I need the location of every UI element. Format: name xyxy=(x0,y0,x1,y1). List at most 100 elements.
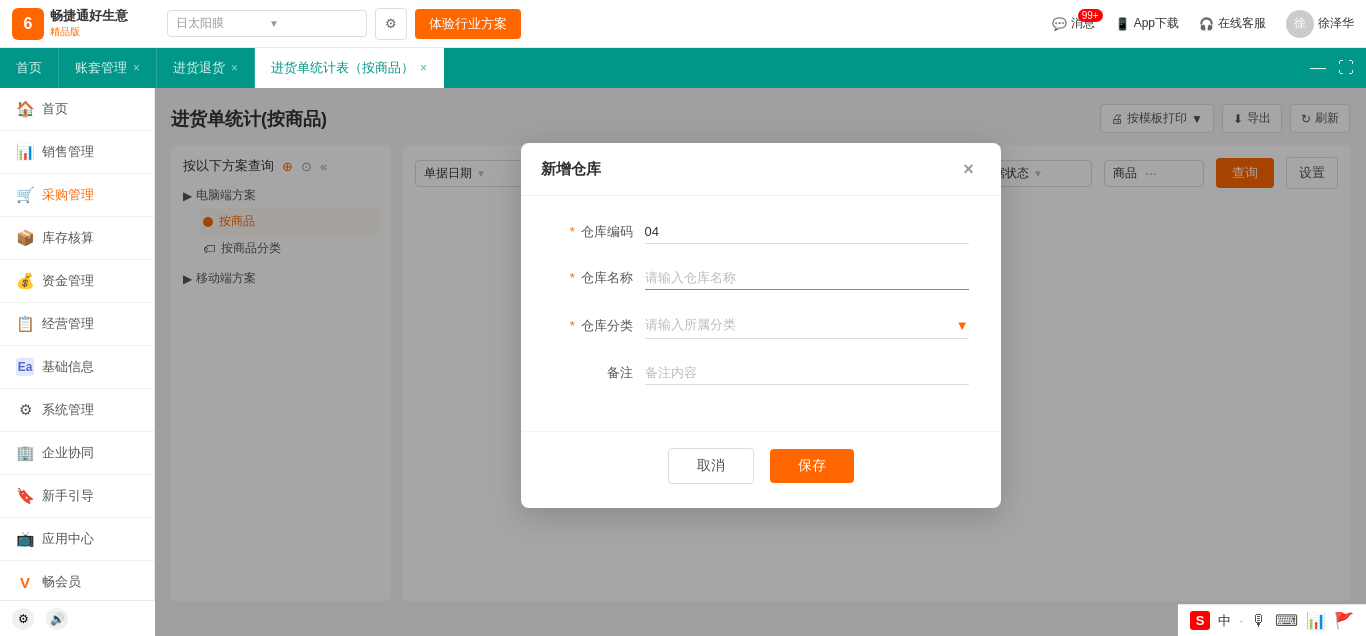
tab-account-close-icon[interactable]: × xyxy=(133,61,140,75)
sidebar-label-inventory: 库存核算 xyxy=(42,229,94,247)
guide-icon: 🔖 xyxy=(16,487,34,505)
warehouse-remark-input[interactable] xyxy=(645,361,969,385)
finance-icon: 💰 xyxy=(16,272,34,290)
sidebar-item-vip[interactable]: V 畅会员 xyxy=(0,561,154,604)
purchase-icon: 🛒 xyxy=(16,186,34,204)
warehouse-category-row: * 仓库分类 请输入所属分类 ▼ xyxy=(553,312,969,339)
content-area: 进货单统计(按商品) 🖨 按模板打印 ▼ ⬇ 导出 ↻ 刷新 xyxy=(155,88,1366,636)
warehouse-code-label: * 仓库编码 xyxy=(553,223,633,241)
required-mark: * xyxy=(570,224,575,239)
cancel-button[interactable]: 取消 xyxy=(668,448,754,484)
warehouse-code-input[interactable] xyxy=(645,220,969,244)
user-avatar-item[interactable]: 徐 徐泽华 xyxy=(1286,10,1354,38)
sales-icon: 📊 xyxy=(16,143,34,161)
top-header: 6 畅捷通好生意 精品版 日太阳膜 ▼ ⚙ 体验行业方案 💬 消息 99+ 📱 … xyxy=(0,0,1366,48)
tab-purchase-return-label: 进货退货 xyxy=(173,59,225,77)
sidebar-item-operations[interactable]: 📋 经营管理 xyxy=(0,303,154,346)
warehouse-name-input[interactable] xyxy=(645,266,969,290)
chinese-btn-1[interactable]: 中 xyxy=(1218,612,1231,630)
app-center-icon: 📺 xyxy=(16,530,34,548)
tab-account-label: 账套管理 xyxy=(75,59,127,77)
sidebar-item-finance[interactable]: 💰 资金管理 xyxy=(0,260,154,303)
vip-icon: V xyxy=(16,573,34,591)
sidebar-label-vip: 畅会员 xyxy=(42,573,81,591)
phone-icon: 📱 xyxy=(1115,17,1130,31)
tab-purchase-return[interactable]: 进货退货 × xyxy=(157,48,255,88)
warehouse-code-row: * 仓库编码 xyxy=(553,220,969,244)
tab-purchase-stats[interactable]: 进货单统计表（按商品） × xyxy=(255,48,444,88)
settings-gear-button[interactable]: ⚙ xyxy=(375,8,407,40)
sidebar-item-system[interactable]: ⚙ 系统管理 xyxy=(0,389,154,432)
sidebar-item-sales[interactable]: 📊 销售管理 xyxy=(0,131,154,174)
keyboard-icon[interactable]: ⌨ xyxy=(1275,611,1298,630)
sidebar-label-guide: 新手引导 xyxy=(42,487,94,505)
sidebar-settings-icon[interactable]: ⚙ xyxy=(12,608,34,630)
avatar: 徐 xyxy=(1286,10,1314,38)
modal-title: 新增仓库 xyxy=(541,160,601,179)
sidebar-item-home[interactable]: 🏠 首页 xyxy=(0,88,154,131)
enterprise-icon: 🏢 xyxy=(16,444,34,462)
sidebar-label-system: 系统管理 xyxy=(42,401,94,419)
mic-icon[interactable]: 🎙 xyxy=(1251,612,1267,630)
sidebar-item-purchase[interactable]: 🛒 采购管理 xyxy=(0,174,154,217)
warehouse-category-select[interactable]: 请输入所属分类 ▼ xyxy=(645,312,969,339)
operations-icon: 📋 xyxy=(16,315,34,333)
sidebar-label-finance: 资金管理 xyxy=(42,272,94,290)
tab-purchase-return-close-icon[interactable]: × xyxy=(231,61,238,75)
header-right-area: 💬 消息 99+ 📱 App下载 🎧 在线客服 徐 徐泽华 xyxy=(1052,10,1354,38)
notification-item[interactable]: 💬 消息 99+ xyxy=(1052,15,1095,32)
category-placeholder: 请输入所属分类 xyxy=(645,316,736,334)
sidebar-bottom-bar: ⚙ 🔊 xyxy=(0,600,155,636)
sidebar-label-operations: 经营管理 xyxy=(42,315,94,333)
app-edition: 精品版 xyxy=(50,25,128,39)
notification-badge: 99+ xyxy=(1078,9,1103,22)
headset-icon: 🎧 xyxy=(1199,17,1214,31)
sidebar-sound-icon[interactable]: 🔊 xyxy=(46,608,68,630)
warehouse-category-label: * 仓库分类 xyxy=(553,317,633,335)
sidebar-item-guide[interactable]: 🔖 新手引导 xyxy=(0,475,154,518)
dot-sep: · xyxy=(1239,613,1243,628)
sidebar-item-basic-info[interactable]: Ea 基础信息 xyxy=(0,346,154,389)
modal-close-button[interactable]: × xyxy=(957,157,981,181)
save-button[interactable]: 保存 xyxy=(770,449,854,483)
store-name: 日太阳膜 xyxy=(176,15,265,32)
add-warehouse-modal: 新增仓库 × * 仓库编码 * 仓库名称 xyxy=(521,143,1001,508)
inventory-icon: 📦 xyxy=(16,229,34,247)
basic-info-icon: Ea xyxy=(16,358,34,376)
main-layout: 🏠 首页 📊 销售管理 🛒 采购管理 📦 库存核算 💰 资金管理 📋 经营管理 … xyxy=(0,88,1366,636)
warehouse-name-label: * 仓库名称 xyxy=(553,269,633,287)
tab-purchase-stats-label: 进货单统计表（按商品） xyxy=(271,59,414,77)
flag-icon[interactable]: 🚩 xyxy=(1334,611,1354,630)
home-icon: 🏠 xyxy=(16,100,34,118)
modal-body: * 仓库编码 * 仓库名称 * 仓库 xyxy=(521,196,1001,431)
sidebar-label-purchase: 采购管理 xyxy=(42,186,94,204)
modal-header: 新增仓库 × xyxy=(521,143,1001,196)
tab-maximize-icon[interactable]: ⛶ xyxy=(1334,55,1358,81)
trial-industry-button[interactable]: 体验行业方案 xyxy=(415,9,521,39)
tab-home-label: 首页 xyxy=(16,59,42,77)
sidebar-item-inventory[interactable]: 📦 库存核算 xyxy=(0,217,154,260)
sidebar-item-app-center[interactable]: 📺 应用中心 xyxy=(0,518,154,561)
logo-text-block: 畅捷通好生意 精品版 xyxy=(50,8,128,39)
warehouse-remark-row: 备注 xyxy=(553,361,969,385)
s-logo: S xyxy=(1190,611,1211,630)
logo-area: 6 畅捷通好生意 精品版 xyxy=(12,8,167,40)
sidebar-item-enterprise[interactable]: 🏢 企业协同 xyxy=(0,432,154,475)
customer-service-item[interactable]: 🎧 在线客服 xyxy=(1199,15,1266,32)
avatar-initials: 徐 xyxy=(1294,15,1306,32)
warehouse-remark-label: 备注 xyxy=(553,364,633,382)
sidebar: 🏠 首页 📊 销售管理 🛒 采购管理 📦 库存核算 💰 资金管理 📋 经营管理 … xyxy=(0,88,155,636)
app-download-label: App下载 xyxy=(1134,15,1179,32)
sidebar-label-app-center: 应用中心 xyxy=(42,530,94,548)
tab-account[interactable]: 账套管理 × xyxy=(59,48,157,88)
app-download-item[interactable]: 📱 App下载 xyxy=(1115,15,1179,32)
tab-minimize-icon[interactable]: — xyxy=(1306,55,1330,81)
warehouse-name-row: * 仓库名称 xyxy=(553,266,969,290)
category-dropdown-icon: ▼ xyxy=(956,318,969,333)
dropdown-arrow-icon: ▼ xyxy=(269,18,358,29)
tab-purchase-stats-close-icon[interactable]: × xyxy=(420,61,427,75)
store-search-bar[interactable]: 日太阳膜 ▼ xyxy=(167,10,367,37)
tab-home[interactable]: 首页 xyxy=(0,48,59,88)
required-mark-2: * xyxy=(570,270,575,285)
chart-icon[interactable]: 📊 xyxy=(1306,611,1326,630)
